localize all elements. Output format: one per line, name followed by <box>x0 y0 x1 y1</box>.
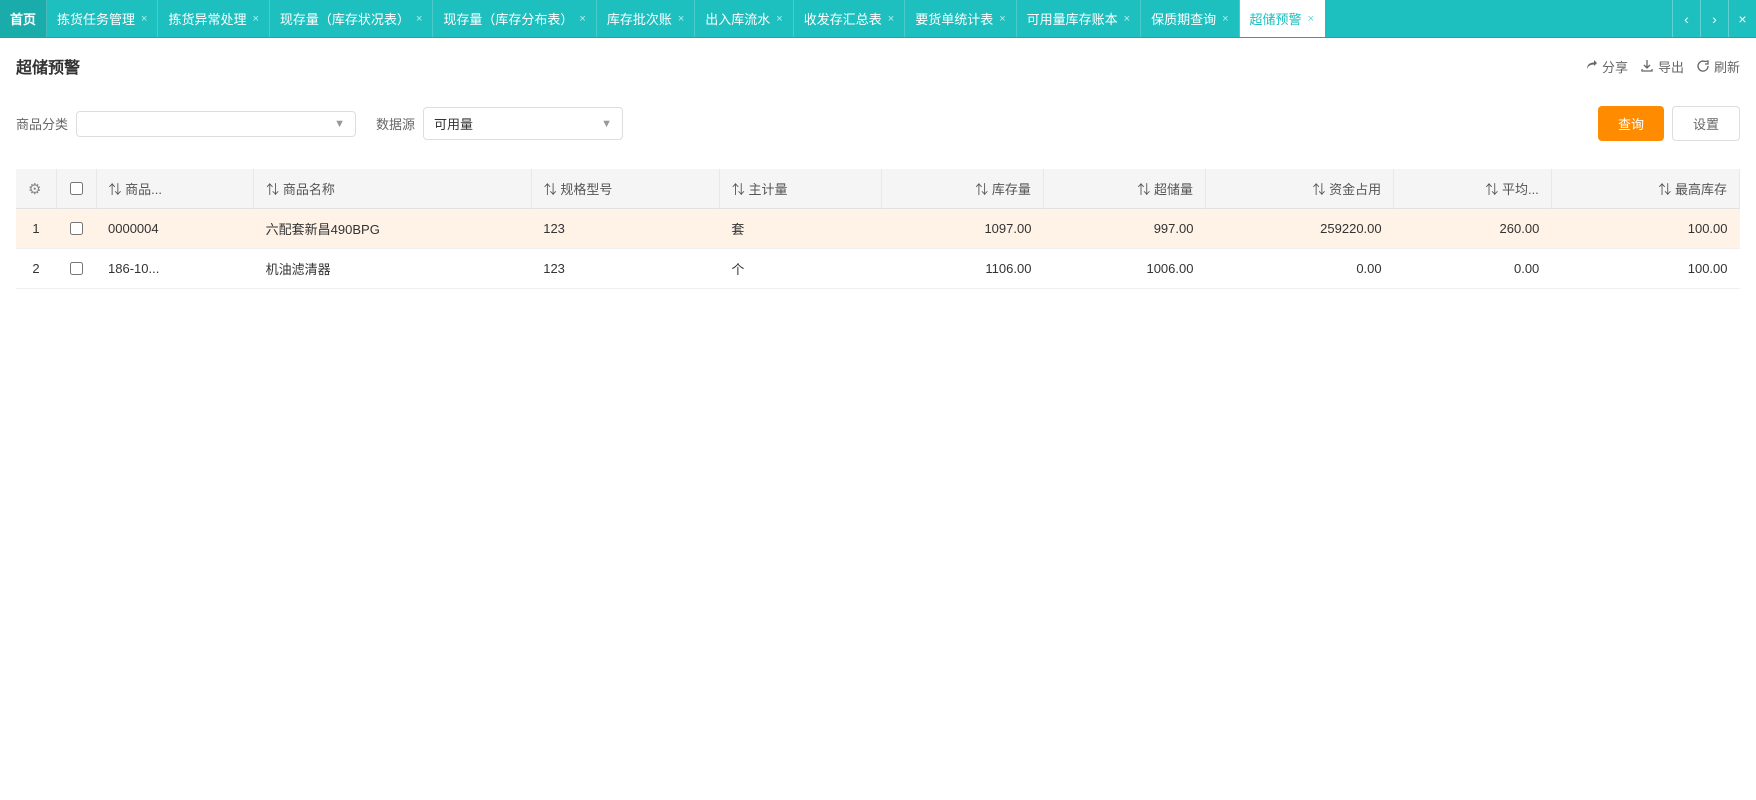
inventory-cell: 1097.00 <box>881 209 1043 249</box>
product-code-cell: 186-10... <box>96 249 254 289</box>
col-capital: ⇅ 资金占用 <box>1205 169 1393 209</box>
table-header-row: ⚙ ⇅ 商品... ⇅ 商品名称 ⇅ 规格型号 <box>16 169 1740 209</box>
close-inventory-batch[interactable]: × <box>678 13 684 25</box>
refresh-icon <box>1696 59 1710 73</box>
spec-cell: 123 <box>531 249 719 289</box>
overstock-cell: 1006.00 <box>1043 249 1205 289</box>
datasource-select[interactable]: 可用量 ▼ <box>423 107 623 140</box>
datasource-value: 可用量 <box>434 114 473 133</box>
nav-receive-summary[interactable]: 收发存汇总表 × <box>794 0 905 38</box>
avg-cell: 260.00 <box>1394 209 1552 249</box>
nav-bar: 首页 拣货任务管理 × 拣货异常处理 × 现存量（库存状况表） × 现存量（库存… <box>0 0 1756 38</box>
col-unit: ⇅ 主计量 <box>719 169 881 209</box>
filter-actions: 查询 设置 <box>1598 106 1740 141</box>
category-label: 商品分类 <box>16 114 68 133</box>
close-available-account[interactable]: × <box>1124 13 1130 25</box>
max-inventory-cell: 100.00 <box>1551 249 1739 289</box>
col-spec: ⇅ 规格型号 <box>531 169 719 209</box>
avg-cell: 0.00 <box>1394 249 1552 289</box>
share-button[interactable]: 分享 <box>1584 57 1628 76</box>
data-table: ⚙ ⇅ 商品... ⇅ 商品名称 ⇅ 规格型号 <box>16 169 1740 289</box>
settings-button[interactable]: 设置 <box>1672 106 1740 141</box>
col-product-code: ⇅ 商品... <box>96 169 254 209</box>
capital-cell: 259220.00 <box>1205 209 1393 249</box>
select-all-checkbox[interactable] <box>70 182 83 195</box>
nav-home[interactable]: 首页 <box>0 0 47 38</box>
nav-inventory-status[interactable]: 现存量（库存状况表） × <box>270 0 433 38</box>
datasource-label: 数据源 <box>376 114 415 133</box>
row-checkbox-cell <box>56 249 96 289</box>
nav-inventory-dist[interactable]: 现存量（库存分布表） × <box>433 0 596 38</box>
nav-inout-flow[interactable]: 出入库流水 × <box>695 0 793 38</box>
col-checkbox <box>56 169 96 209</box>
nav-inventory-batch[interactable]: 库存批次账 × <box>597 0 695 38</box>
unit-cell: 套 <box>719 209 881 249</box>
nav-refining-task[interactable]: 拣货任务管理 × <box>47 0 158 38</box>
capital-cell: 0.00 <box>1205 249 1393 289</box>
nav-close-all-btn[interactable]: × <box>1728 0 1756 38</box>
table-row: 1 0000004 六配套新昌490BPG 123 套 1097.00 997.… <box>16 209 1740 249</box>
category-filter: 商品分类 ▼ <box>16 111 356 137</box>
page-header: 超储预警 分享 导出 刷新 <box>16 54 1740 78</box>
max-inventory-cell: 100.00 <box>1551 209 1739 249</box>
nav-order-stats[interactable]: 要货单统计表 × <box>905 0 1016 38</box>
close-inventory-dist[interactable]: × <box>579 13 585 25</box>
nav-available-account[interactable]: 可用量库存账本 × <box>1017 0 1141 38</box>
close-inventory-status[interactable]: × <box>416 13 422 25</box>
inventory-cell: 1106.00 <box>881 249 1043 289</box>
query-button[interactable]: 查询 <box>1598 106 1664 141</box>
close-overstock-warning[interactable]: × <box>1308 13 1314 25</box>
page-title: 超储预警 <box>16 54 80 78</box>
row-checkbox-cell <box>56 209 96 249</box>
col-product-name: ⇅ 商品名称 <box>254 169 532 209</box>
refresh-button[interactable]: 刷新 <box>1696 57 1740 76</box>
row-num-cell: 2 <box>16 249 56 289</box>
row-checkbox[interactable] <box>70 262 83 275</box>
export-button[interactable]: 导出 <box>1640 57 1684 76</box>
nav-expiry-check[interactable]: 保质期查询 × <box>1141 0 1239 38</box>
col-max-inventory: ⇅ 最高库存 <box>1551 169 1739 209</box>
product-name-cell: 机油滤清器 <box>254 249 532 289</box>
filter-bar: 商品分类 ▼ 数据源 可用量 ▼ 查询 设置 <box>16 94 1740 153</box>
close-receive-summary[interactable]: × <box>888 13 894 25</box>
close-order-stats[interactable]: × <box>999 13 1005 25</box>
product-name-cell: 六配套新昌490BPG <box>254 209 532 249</box>
header-actions: 分享 导出 刷新 <box>1584 57 1740 76</box>
col-overstock: ⇅ 超储量 <box>1043 169 1205 209</box>
close-refining-task[interactable]: × <box>141 13 147 25</box>
settings-gear-icon[interactable]: ⚙ <box>28 181 41 198</box>
row-checkbox[interactable] <box>70 222 83 235</box>
chevron-down-icon: ▼ <box>334 118 345 130</box>
datasource-filter: 数据源 可用量 ▼ <box>376 107 623 140</box>
close-refining-abnormal[interactable]: × <box>252 13 258 25</box>
col-inventory: ⇅ 库存量 <box>881 169 1043 209</box>
overstock-cell: 997.00 <box>1043 209 1205 249</box>
nav-next-btn[interactable]: › <box>1700 0 1728 38</box>
product-code-cell: 0000004 <box>96 209 254 249</box>
nav-prev-btn[interactable]: ‹ <box>1672 0 1700 38</box>
share-icon <box>1584 59 1598 73</box>
export-icon <box>1640 59 1654 73</box>
page-container: 超储预警 分享 导出 刷新 商品 <box>0 38 1756 800</box>
nav-refining-abnormal[interactable]: 拣货异常处理 × <box>158 0 269 38</box>
unit-cell: 个 <box>719 249 881 289</box>
nav-arrows: ‹ › × <box>1672 0 1756 38</box>
close-inout-flow[interactable]: × <box>776 13 782 25</box>
row-num-cell: 1 <box>16 209 56 249</box>
category-select[interactable]: ▼ <box>76 111 356 137</box>
nav-overstock-warning[interactable]: 超储预警 × <box>1240 0 1325 38</box>
spec-cell: 123 <box>531 209 719 249</box>
chevron-down-icon2: ▼ <box>601 118 612 130</box>
col-avg: ⇅ 平均... <box>1394 169 1552 209</box>
close-expiry-check[interactable]: × <box>1222 13 1228 25</box>
table-row: 2 186-10... 机油滤清器 123 个 1106.00 1006.00 … <box>16 249 1740 289</box>
col-settings: ⚙ <box>16 169 56 209</box>
